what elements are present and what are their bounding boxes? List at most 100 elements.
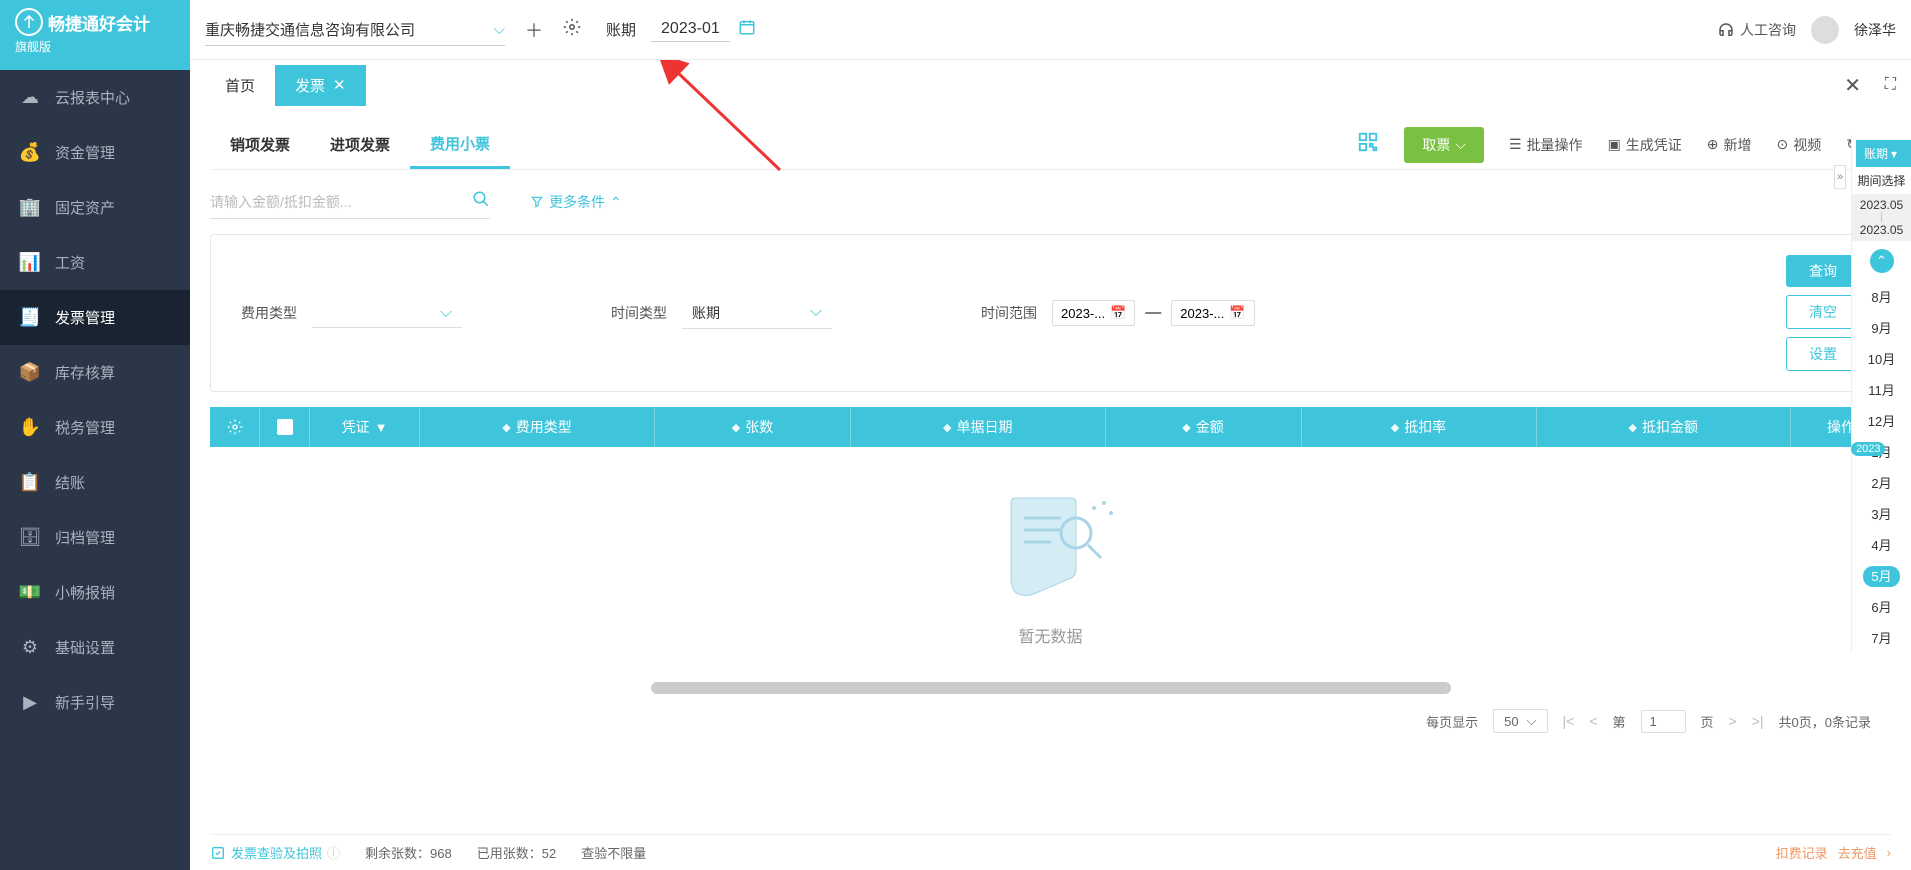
filter-settings-button[interactable]: 设置	[1786, 337, 1860, 371]
settings-button[interactable]	[563, 18, 581, 41]
month-8[interactable]: 8月	[1852, 281, 1911, 312]
sort-icon: ◆	[1182, 421, 1190, 434]
search-input[interactable]	[210, 194, 472, 210]
month-3[interactable]: 3月	[1852, 498, 1911, 529]
search-row: 更多条件 ⌃	[210, 170, 1891, 234]
qr-icon[interactable]	[1357, 131, 1379, 159]
subtab-purchase[interactable]: 进项发票	[310, 122, 410, 167]
horizontal-scrollbar[interactable]	[651, 682, 1451, 694]
nav-report-center[interactable]: ☁云报表中心	[0, 70, 190, 125]
period-range[interactable]: 2023.05 | 2023.05	[1852, 194, 1911, 241]
logo-subtitle: 旗舰版	[15, 38, 175, 55]
nav-fixed-assets[interactable]: 🏢固定资产	[0, 180, 190, 235]
page-number-input[interactable]: 1	[1641, 710, 1686, 733]
period-value[interactable]: 2023-01	[651, 17, 730, 42]
search-input-wrapper	[210, 185, 490, 219]
nav-funds[interactable]: 💰资金管理	[0, 125, 190, 180]
date-from[interactable]: 2023-...📅	[1052, 300, 1135, 326]
recharge-link[interactable]: 去充值	[1838, 843, 1877, 862]
nav-settings[interactable]: ⚙基础设置	[0, 620, 190, 675]
nav-closing[interactable]: 📋结账	[0, 455, 190, 510]
receipt-icon: 🧾	[20, 308, 40, 328]
col-deduct[interactable]: ◆抵扣金额	[1537, 407, 1792, 447]
more-conditions[interactable]: 更多条件 ⌃	[530, 192, 622, 212]
month-5-selected[interactable]: 5月	[1852, 560, 1911, 591]
pagination: 每页显示 50⌵ |< < 第 1 页 > >| 共0页，0条记录	[210, 699, 1891, 743]
expense-type-select[interactable]: ⌵	[312, 299, 462, 328]
fullscreen-button[interactable]: ⛶	[1885, 76, 1896, 94]
nav-tax[interactable]: ✋税务管理	[0, 400, 190, 455]
page-size-select[interactable]: 50⌵	[1493, 709, 1547, 733]
total-records: 共0页，0条记录	[1779, 712, 1871, 731]
month-6[interactable]: 6月	[1852, 591, 1911, 622]
chevron-down-icon: ▾	[1891, 147, 1897, 161]
nav-inventory[interactable]: 📦库存核算	[0, 345, 190, 400]
chevron-down-icon: ⌵	[494, 21, 505, 38]
close-tab-icon[interactable]: ✕	[333, 76, 346, 94]
col-rate[interactable]: ◆抵扣率	[1302, 407, 1537, 447]
company-selector[interactable]: 重庆畅捷交通信息咨询有限公司 ⌵	[205, 14, 505, 46]
query-button[interactable]: 查询	[1786, 255, 1860, 287]
subtab-sales[interactable]: 销项发票	[210, 122, 310, 167]
search-icon[interactable]	[472, 190, 490, 213]
nav-reimburse[interactable]: 💵小畅报销	[0, 565, 190, 620]
subtabs: 销项发票 进项发票 费用小票 取票 ⌵ ☰批量操作 ▣生成凭证 ⊕新增 ⊙视频 …	[210, 120, 1891, 170]
hand-icon: ✋	[20, 418, 40, 438]
add-button[interactable]: ＋	[525, 17, 543, 43]
nav-guide[interactable]: ▶新手引导	[0, 675, 190, 730]
list-icon: ☰	[1509, 136, 1522, 153]
time-type-select[interactable]: 账期⌵	[682, 298, 832, 329]
logo-text: 畅捷通好会计	[48, 10, 150, 35]
month-2[interactable]: 2月	[1852, 467, 1911, 498]
month-11[interactable]: 11月	[1852, 374, 1911, 405]
chevron-down-icon: ⌵	[810, 303, 822, 323]
scroll-up-button[interactable]: ⌃	[1870, 249, 1894, 273]
col-expense-type[interactable]: ◆费用类型	[420, 407, 655, 447]
col-count[interactable]: ◆张数	[655, 407, 851, 447]
month-9[interactable]: 9月	[1852, 312, 1911, 343]
verify-link[interactable]: 发票查验及拍照 ⓘ	[210, 843, 340, 862]
next-page[interactable]: >	[1729, 713, 1737, 729]
username: 徐泽华	[1854, 20, 1896, 40]
col-voucher[interactable]: 凭证▼	[310, 407, 420, 447]
prev-page[interactable]: <	[1589, 713, 1597, 729]
collapse-panel[interactable]: »	[1834, 165, 1846, 189]
first-page[interactable]: |<	[1563, 713, 1575, 729]
month-4[interactable]: 4月	[1852, 529, 1911, 560]
play-circle-icon: ⊙	[1777, 136, 1789, 153]
used-count: 已用张数：52	[477, 843, 556, 862]
nav-invoice-mgmt[interactable]: 🧾发票管理	[0, 290, 190, 345]
fee-record-link[interactable]: 扣费记录	[1776, 843, 1828, 862]
close-all-tabs[interactable]: ✕	[1844, 73, 1861, 98]
video-button[interactable]: ⊙视频	[1777, 135, 1822, 155]
chevron-right-icon: ›	[1887, 845, 1891, 860]
add-button[interactable]: ⊕新增	[1707, 135, 1752, 155]
fetch-invoice-button[interactable]: 取票 ⌵	[1404, 127, 1484, 163]
tab-invoice[interactable]: 发票 ✕	[275, 65, 366, 106]
month-12[interactable]: 12月	[1852, 405, 1911, 436]
month-7[interactable]: 7月	[1852, 622, 1911, 653]
last-page[interactable]: >|	[1752, 713, 1764, 729]
month-1[interactable]: 20231月	[1852, 436, 1911, 467]
time-type-label: 时间类型	[611, 303, 667, 323]
calendar-icon[interactable]	[738, 18, 756, 41]
consult-button[interactable]: 人工咨询	[1717, 20, 1796, 40]
clear-button[interactable]: 清空	[1786, 295, 1860, 329]
voucher-button[interactable]: ▣生成凭证	[1608, 135, 1682, 155]
subtab-expense[interactable]: 费用小票	[410, 121, 510, 169]
tab-home[interactable]: 首页	[205, 65, 275, 106]
month-10[interactable]: 10月	[1852, 343, 1911, 374]
date-to[interactable]: 2023-...📅	[1171, 300, 1254, 326]
period-tag[interactable]: 账期▾	[1856, 140, 1911, 167]
col-amount[interactable]: ◆金额	[1106, 407, 1302, 447]
page-tabs: 首页 发票 ✕ ✕ ⛶	[190, 60, 1911, 110]
select-all-checkbox[interactable]	[260, 407, 310, 447]
avatar[interactable]	[1811, 16, 1839, 44]
empty-text: 暂无数据	[1018, 623, 1082, 647]
nav-archive[interactable]: 🗄归档管理	[0, 510, 190, 565]
column-settings[interactable]	[210, 407, 260, 447]
nav-salary[interactable]: 📊工资	[0, 235, 190, 290]
sort-icon: ◆	[1391, 421, 1399, 434]
col-date[interactable]: ◆单据日期	[851, 407, 1106, 447]
batch-button[interactable]: ☰批量操作	[1509, 135, 1583, 155]
